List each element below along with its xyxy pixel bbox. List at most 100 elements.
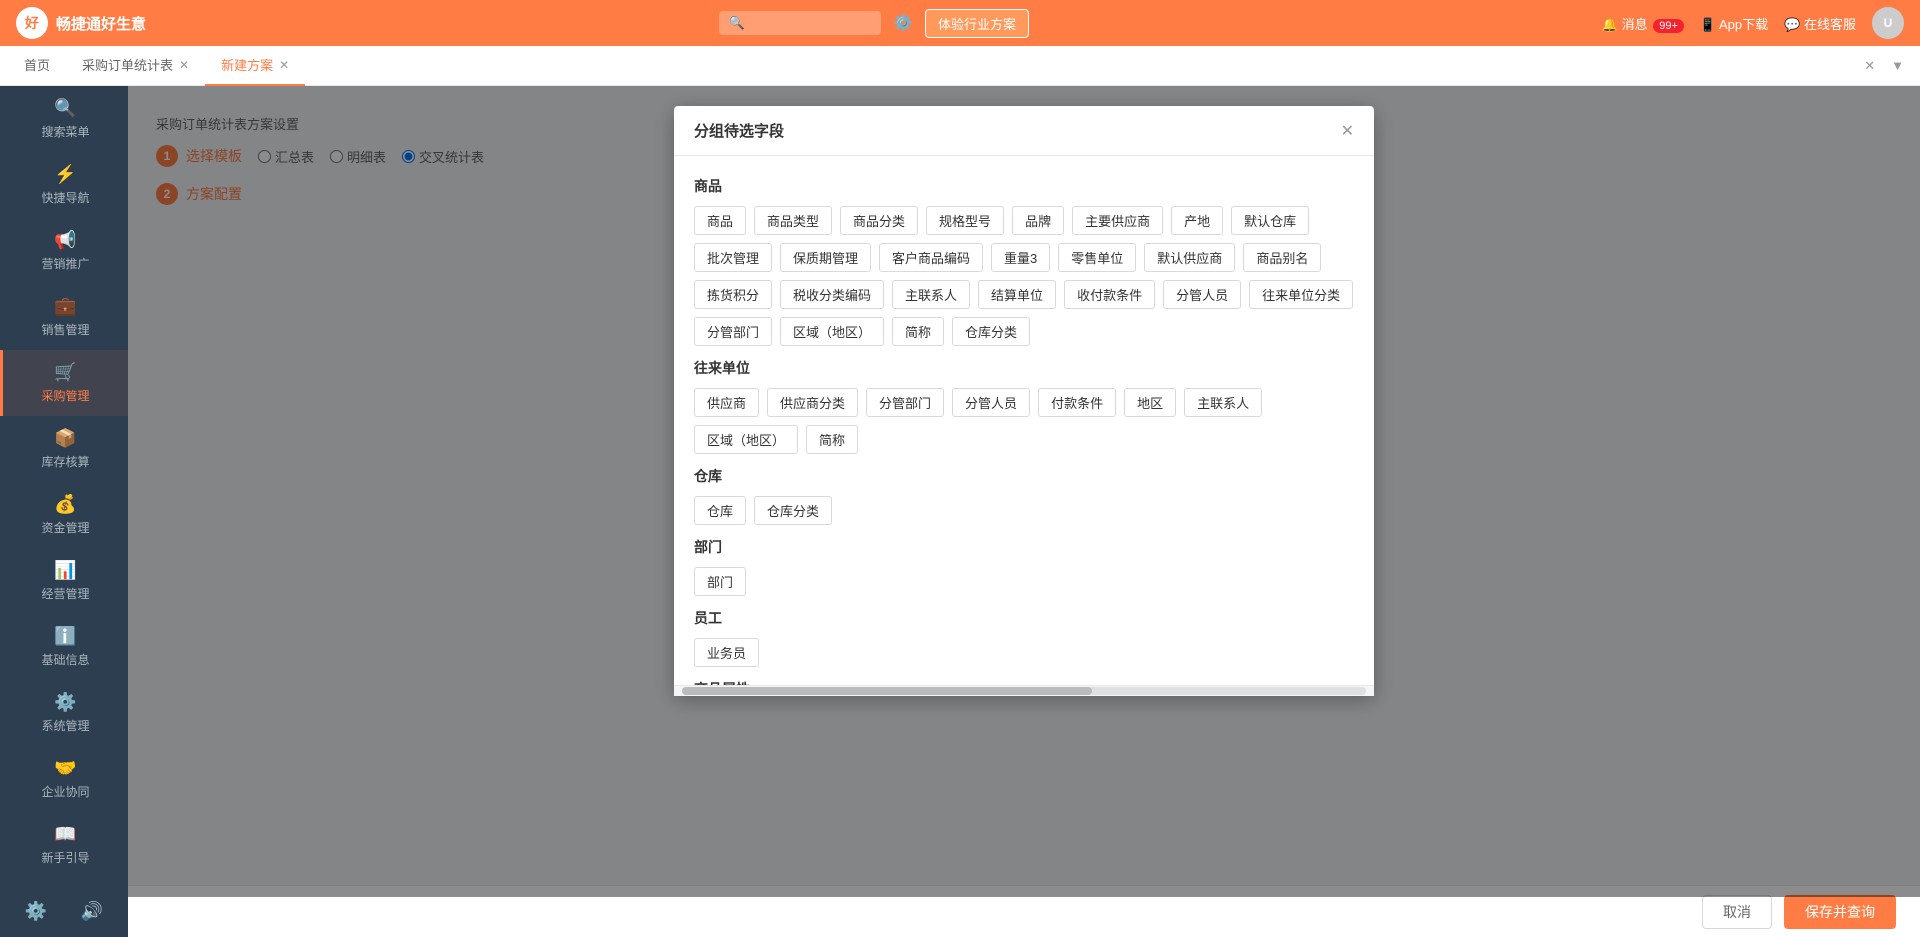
content-area: 采购订单统计表方案设置 1 选择模板 汇总表 明细表 交叉统计表 2 方案配置 bbox=[128, 86, 1920, 937]
purchase-icon: 🛒 bbox=[54, 362, 76, 383]
sidebar-item-inventory[interactable]: 📦 库存核算 bbox=[0, 416, 128, 482]
field-tag-1-0[interactable]: 供应商 bbox=[694, 388, 759, 417]
field-tag-1-2[interactable]: 分管部门 bbox=[866, 388, 944, 417]
field-tag-1-6[interactable]: 主联系人 bbox=[1184, 388, 1262, 417]
search-input[interactable] bbox=[751, 16, 871, 31]
field-tag-0-14[interactable]: 商品别名 bbox=[1243, 243, 1321, 272]
marketing-icon: 📢 bbox=[54, 230, 76, 251]
field-tag-1-5[interactable]: 地区 bbox=[1124, 388, 1176, 417]
top-header: 好 畅捷通好生意 🔍 ⚙️ 体验行业方案 🔔 消息 99+ 📱 App下载 💬 … bbox=[0, 0, 1920, 46]
settings-bottom-icon[interactable]: ⚙️ bbox=[25, 901, 47, 922]
field-tag-1-4[interactable]: 付款条件 bbox=[1038, 388, 1116, 417]
search-icon: 🔍 bbox=[729, 15, 745, 31]
sidebar-item-system-label: 系统管理 bbox=[41, 717, 89, 734]
sidebar-item-quicknav[interactable]: ⚡ 快捷导航 bbox=[0, 152, 128, 218]
header-search: 🔍 ⚙️ 体验行业方案 bbox=[719, 9, 1029, 38]
search-input-wrap[interactable]: 🔍 bbox=[719, 11, 881, 35]
field-tag-3-0[interactable]: 部门 bbox=[694, 567, 746, 596]
field-tag-0-5[interactable]: 主要供应商 bbox=[1072, 206, 1163, 235]
field-tag-0-22[interactable]: 分管部门 bbox=[694, 317, 772, 346]
field-tag-0-17[interactable]: 主联系人 bbox=[892, 280, 970, 309]
finance-icon: 💰 bbox=[54, 494, 76, 515]
save-query-button[interactable]: 保存并查询 bbox=[1784, 895, 1896, 929]
tab-bar-close-all[interactable]: ✕ bbox=[1856, 58, 1883, 74]
field-tag-0-6[interactable]: 产地 bbox=[1171, 206, 1223, 235]
field-tag-0-18[interactable]: 结算单位 bbox=[978, 280, 1056, 309]
tab-bar-menu[interactable]: ▼ bbox=[1883, 58, 1912, 73]
settings-button[interactable]: ⚙️ bbox=[889, 9, 917, 37]
field-tag-0-13[interactable]: 默认供应商 bbox=[1144, 243, 1235, 272]
field-tag-1-8[interactable]: 简称 bbox=[806, 425, 858, 454]
field-tag-0-9[interactable]: 保质期管理 bbox=[780, 243, 871, 272]
main-layout: 🔍 搜索菜单 ⚡ 快捷导航 📢 营销推广 💼 销售管理 🛒 采购管理 📦 库存核… bbox=[0, 86, 1920, 937]
field-tag-0-3[interactable]: 规格型号 bbox=[926, 206, 1004, 235]
field-tag-4-0[interactable]: 业务员 bbox=[694, 638, 759, 667]
modal-close-button[interactable]: ✕ bbox=[1341, 121, 1354, 141]
field-tag-0-4[interactable]: 品牌 bbox=[1012, 206, 1064, 235]
messages-link[interactable]: 🔔 消息 99+ bbox=[1602, 14, 1684, 33]
field-tag-0-8[interactable]: 批次管理 bbox=[694, 243, 772, 272]
field-tag-2-1[interactable]: 仓库分类 bbox=[754, 496, 832, 525]
collab-icon: 🤝 bbox=[54, 758, 76, 779]
hscroll-thumb bbox=[682, 687, 1092, 695]
sidebar-item-purchase-label: 采购管理 bbox=[41, 387, 89, 404]
sidebar-item-sales[interactable]: 💼 销售管理 bbox=[0, 284, 128, 350]
field-tag-0-15[interactable]: 拣货积分 bbox=[694, 280, 772, 309]
sidebar-item-search[interactable]: 🔍 搜索菜单 bbox=[0, 86, 128, 152]
sidebar-item-purchase[interactable]: 🛒 采购管理 bbox=[0, 350, 128, 416]
field-tag-0-23[interactable]: 区域（地区） bbox=[780, 317, 884, 346]
system-icon: ⚙️ bbox=[54, 692, 76, 713]
sidebar-item-sales-label: 销售管理 bbox=[41, 321, 89, 338]
section-fields-4: 业务员 bbox=[694, 638, 1354, 667]
field-tag-0-21[interactable]: 往来单位分类 bbox=[1249, 280, 1353, 309]
logo-icon: 好 bbox=[16, 7, 48, 39]
search-menu-icon: 🔍 bbox=[54, 98, 76, 119]
user-avatar[interactable]: U bbox=[1872, 7, 1904, 39]
section-title-3: 部门 bbox=[694, 537, 1354, 557]
app-name: 畅捷通好生意 bbox=[56, 13, 146, 34]
sidebar-item-basicinfo[interactable]: ℹ️ 基础信息 bbox=[0, 614, 128, 680]
field-tag-0-16[interactable]: 税收分类编码 bbox=[780, 280, 884, 309]
field-tag-0-24[interactable]: 简称 bbox=[892, 317, 944, 346]
modal-horizontal-scrollbar[interactable] bbox=[674, 685, 1374, 696]
field-tag-0-25[interactable]: 仓库分类 bbox=[952, 317, 1030, 346]
online-service-link[interactable]: 💬 在线客服 bbox=[1784, 14, 1856, 33]
sidebar-item-marketing-label: 营销推广 bbox=[41, 255, 89, 272]
logo-area: 好 畅捷通好生意 bbox=[16, 7, 146, 39]
field-tag-0-10[interactable]: 客户商品编码 bbox=[879, 243, 983, 272]
modal-backdrop: 分组待选字段 ✕ 商品商品商品类型商品分类规格型号品牌主要供应商产地默认仓库批次… bbox=[128, 86, 1920, 897]
tab-new-plan[interactable]: 新建方案 ✕ bbox=[205, 46, 305, 86]
field-tag-0-11[interactable]: 重量3 bbox=[991, 243, 1050, 272]
volume-icon[interactable]: 🔊 bbox=[81, 901, 103, 922]
sidebar-item-guide[interactable]: 📖 新手引导 bbox=[0, 812, 128, 878]
sidebar-item-operations[interactable]: 📊 经营管理 bbox=[0, 548, 128, 614]
tab-new-plan-close[interactable]: ✕ bbox=[279, 58, 289, 72]
field-tag-0-20[interactable]: 分管人员 bbox=[1163, 280, 1241, 309]
field-tag-0-2[interactable]: 商品分类 bbox=[840, 206, 918, 235]
sidebar-item-collab[interactable]: 🤝 企业协同 bbox=[0, 746, 128, 812]
tab-home[interactable]: 首页 bbox=[8, 46, 66, 86]
field-tag-0-0[interactable]: 商品 bbox=[694, 206, 746, 235]
sidebar-item-marketing[interactable]: 📢 营销推广 bbox=[0, 218, 128, 284]
sidebar-item-finance[interactable]: 💰 资金管理 bbox=[0, 482, 128, 548]
sidebar-item-system[interactable]: ⚙️ 系统管理 bbox=[0, 680, 128, 746]
modal-body[interactable]: 商品商品商品类型商品分类规格型号品牌主要供应商产地默认仓库批次管理保质期管理客户… bbox=[674, 156, 1374, 685]
field-tag-1-3[interactable]: 分管人员 bbox=[952, 388, 1030, 417]
field-tag-0-7[interactable]: 默认仓库 bbox=[1231, 206, 1309, 235]
field-tag-1-1[interactable]: 供应商分类 bbox=[767, 388, 858, 417]
app-download-link[interactable]: 📱 App下载 bbox=[1700, 14, 1768, 33]
tab-purchase-stats-close[interactable]: ✕ bbox=[179, 58, 189, 72]
sidebar-item-guide-label: 新手引导 bbox=[41, 849, 89, 866]
cancel-button[interactable]: 取消 bbox=[1702, 895, 1772, 929]
field-tag-2-0[interactable]: 仓库 bbox=[694, 496, 746, 525]
tab-purchase-stats[interactable]: 采购订单统计表 ✕ bbox=[66, 46, 205, 86]
field-tag-0-19[interactable]: 收付款条件 bbox=[1064, 280, 1155, 309]
field-tag-0-1[interactable]: 商品类型 bbox=[754, 206, 832, 235]
section-fields-1: 供应商供应商分类分管部门分管人员付款条件地区主联系人区域（地区） 简称 bbox=[694, 388, 1354, 454]
experience-button[interactable]: 体验行业方案 bbox=[925, 9, 1029, 38]
field-tag-1-7[interactable]: 区域（地区） bbox=[694, 425, 798, 454]
field-select-modal: 分组待选字段 ✕ 商品商品商品类型商品分类规格型号品牌主要供应商产地默认仓库批次… bbox=[674, 106, 1374, 696]
field-tag-0-12[interactable]: 零售单位 bbox=[1058, 243, 1136, 272]
sidebar-item-search-label: 搜索菜单 bbox=[41, 123, 89, 140]
modal-header: 分组待选字段 ✕ bbox=[674, 106, 1374, 156]
